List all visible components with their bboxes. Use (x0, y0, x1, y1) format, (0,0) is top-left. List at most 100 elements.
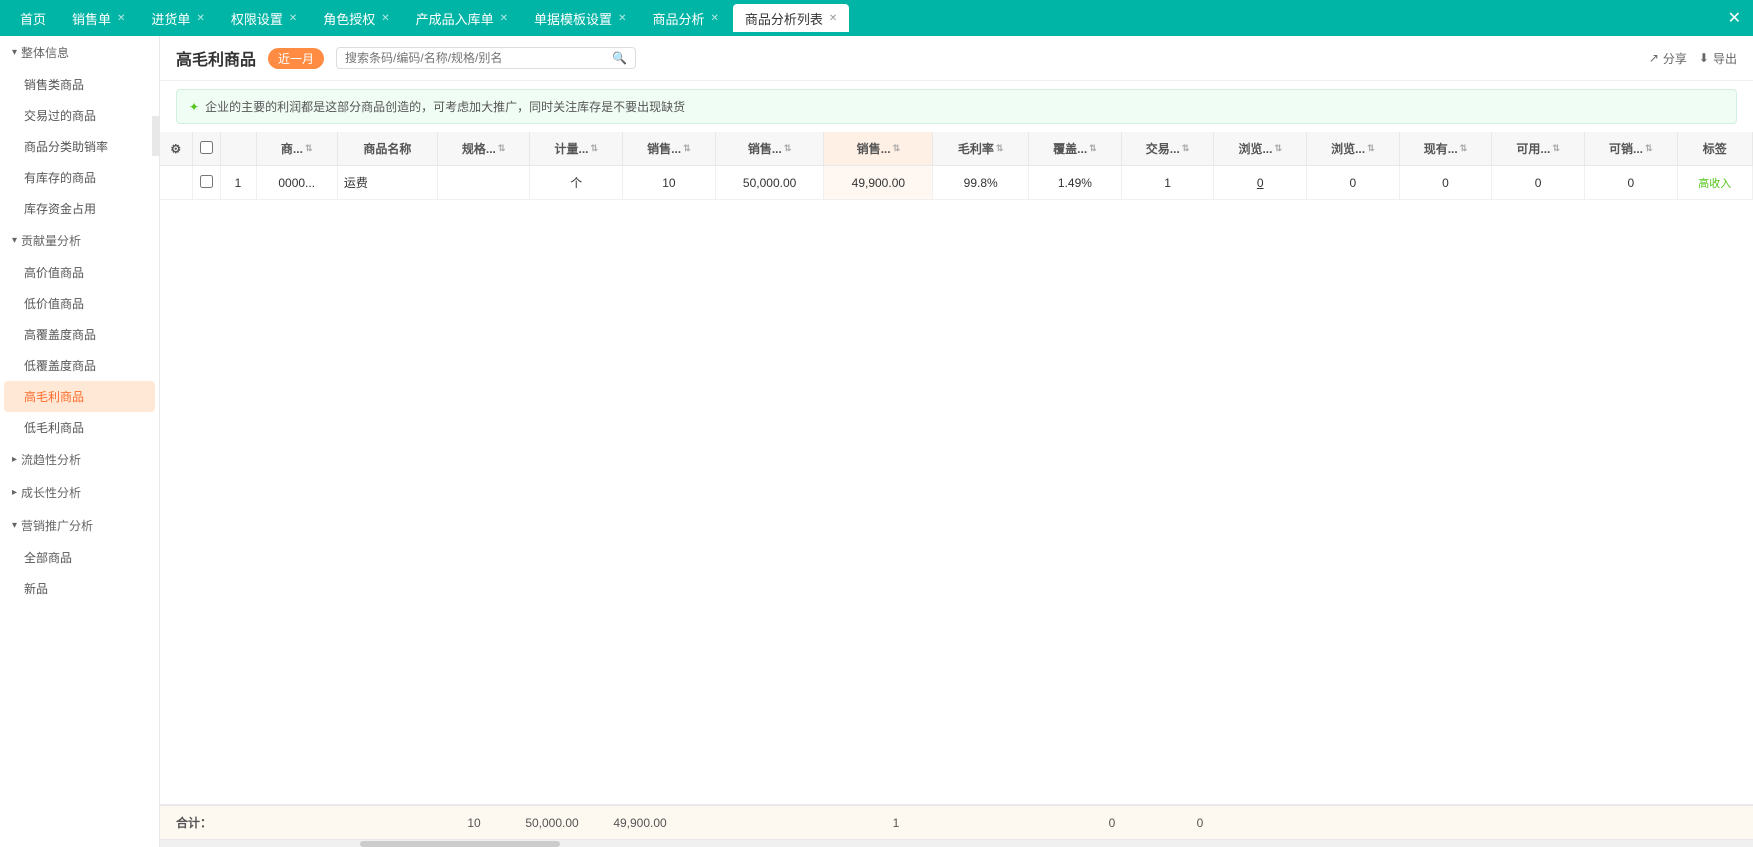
info-icon: ✦ (189, 100, 199, 114)
cell-unit: 个 (530, 166, 623, 200)
tab-production[interactable]: 产成品入库单 ✕ (404, 4, 520, 32)
cell-name: 运费 (337, 166, 437, 200)
sidebar-item-category-rate[interactable]: 商品分类助销率 (0, 131, 159, 162)
export-button[interactable]: ⬇ 导出 (1699, 50, 1737, 67)
cell-sellable-stock: 0 (1584, 166, 1677, 200)
tab-sales[interactable]: 销售单 ✕ (60, 4, 137, 32)
tab-close-icon[interactable]: ✕ (829, 13, 837, 24)
sort-icon[interactable]: ⇅ (893, 143, 901, 154)
sidebar-item-all-goods[interactable]: 全部商品 (0, 542, 159, 573)
sidebar-group-trend[interactable]: ▸ 流趋性分析 (0, 443, 159, 476)
sidebar-item-traded-goods[interactable]: 交易过的商品 (0, 100, 159, 131)
sidebar-collapse-button[interactable]: 《 (152, 116, 160, 156)
sort-icon[interactable]: ⇅ (1645, 143, 1653, 154)
sort-icon[interactable]: ⇅ (683, 143, 691, 154)
cell-tag: 高收入 (1677, 166, 1752, 200)
browse1-link[interactable]: 0 (1257, 176, 1264, 190)
tab-close-icon[interactable]: ✕ (381, 13, 389, 24)
sort-icon[interactable]: ⇅ (1182, 143, 1190, 154)
sidebar-item-new-goods[interactable]: 新品 (0, 573, 159, 604)
sort-icon[interactable]: ⇅ (1089, 143, 1097, 154)
footer-label: 合计： (176, 814, 212, 831)
sidebar-group-growth[interactable]: ▸ 成长性分析 (0, 476, 159, 509)
col-available-stock: 可用... ⇅ (1492, 132, 1585, 166)
sidebar-item-high-margin[interactable]: 高毛利商品 (4, 381, 155, 412)
horizontal-scrollbar[interactable] (160, 839, 1753, 847)
cell-checkbox (192, 166, 220, 200)
col-transactions: 交易... ⇅ (1121, 132, 1214, 166)
tab-close-icon[interactable]: ✕ (710, 13, 718, 24)
tab-close-icon[interactable]: ✕ (289, 13, 297, 24)
footer-sales-qty: 10 (444, 816, 504, 830)
sort-icon[interactable]: ⇅ (1552, 143, 1560, 154)
sidebar-item-low-margin[interactable]: 低毛利商品 (0, 412, 159, 443)
col-spec: 规格... ⇅ (437, 132, 530, 166)
top-nav: 首页 销售单 ✕ 进货单 ✕ 权限设置 ✕ 角色授权 ✕ 产成品入库单 ✕ 单据… (0, 0, 1753, 36)
tab-close-icon[interactable]: ✕ (196, 13, 204, 24)
col-coverage: 覆盖... ⇅ (1029, 132, 1122, 166)
row-checkbox[interactable] (200, 175, 213, 188)
col-unit: 计量... ⇅ (530, 132, 623, 166)
sidebar-item-low-value[interactable]: 低价值商品 (0, 288, 159, 319)
tab-role[interactable]: 角色授权 ✕ (311, 4, 401, 32)
sort-icon[interactable]: ⇅ (591, 143, 599, 154)
sidebar-item-high-value[interactable]: 高价值商品 (0, 257, 159, 288)
cell-coverage: 1.49% (1029, 166, 1122, 200)
cell-settings (160, 166, 192, 200)
tab-close-icon[interactable]: ✕ (500, 13, 508, 24)
sidebar-item-high-coverage[interactable]: 高覆盖度商品 (0, 319, 159, 350)
filter-recent-month-button[interactable]: 近一月 (268, 48, 324, 69)
sort-icon[interactable]: ⇅ (498, 143, 506, 154)
share-icon: ↗ (1649, 51, 1659, 65)
cell-gross-margin: 99.8% (933, 166, 1029, 200)
sidebar-item-stock-capital[interactable]: 库存资金占用 (0, 193, 159, 224)
cell-sales-qty: 10 (623, 166, 716, 200)
tab-analysis-list[interactable]: 商品分析列表 ✕ (733, 4, 849, 32)
col-settings: ⚙ (160, 132, 192, 166)
cell-index: 1 (220, 166, 256, 200)
table-footer: 合计： 10 50,000.00 49,900.00 1 0 0 (160, 804, 1753, 839)
window-close-button[interactable]: ✕ (1724, 4, 1745, 32)
table-container: ⚙ 商... ⇅ (160, 132, 1753, 804)
tab-template[interactable]: 单据模板设置 ✕ (522, 4, 638, 32)
scrollbar-thumb[interactable] (360, 841, 560, 847)
sort-icon[interactable]: ⇅ (784, 143, 792, 154)
sort-icon[interactable]: ⇅ (1460, 143, 1468, 154)
col-checkbox (192, 132, 220, 166)
sort-icon[interactable]: ⇅ (1367, 143, 1375, 154)
search-input[interactable] (345, 51, 608, 65)
tab-analysis[interactable]: 商品分析 ✕ (640, 4, 730, 32)
main-layout: ▾ 整体信息 销售类商品 交易过的商品 商品分类助销率 有库存的商品 库存资金占… (0, 36, 1753, 847)
search-icon[interactable]: 🔍 (612, 51, 627, 65)
cell-browse1: 0 (1214, 166, 1307, 200)
cell-current-stock: 0 (1399, 166, 1492, 200)
cell-sales-profit: 49,900.00 (824, 166, 933, 200)
col-index (220, 132, 256, 166)
sidebar-group-marketing[interactable]: ▾ 营销推广分析 (0, 509, 159, 542)
col-browse2: 浏览... ⇅ (1307, 132, 1400, 166)
tab-close-icon[interactable]: ✕ (117, 13, 125, 24)
sidebar-item-low-coverage[interactable]: 低覆盖度商品 (0, 350, 159, 381)
sidebar-item-sales-goods[interactable]: 销售类商品 (0, 69, 159, 100)
cell-available-stock: 0 (1492, 166, 1585, 200)
settings-icon[interactable]: ⚙ (170, 142, 181, 156)
chevron-down-icon: ▾ (12, 520, 17, 531)
table-header-row: ⚙ 商... ⇅ (160, 132, 1753, 166)
content-header: 高毛利商品 近一月 🔍 ↗ 分享 ⬇ 导出 (160, 36, 1753, 81)
tab-permission[interactable]: 权限设置 ✕ (219, 4, 309, 32)
sort-icon[interactable]: ⇅ (996, 143, 1004, 154)
sidebar-group-overall[interactable]: ▾ 整体信息 (0, 36, 159, 69)
sort-icon[interactable]: ⇅ (1274, 143, 1282, 154)
col-sellable-stock: 可销... ⇅ (1584, 132, 1677, 166)
tab-close-icon[interactable]: ✕ (618, 13, 626, 24)
sort-icon[interactable]: ⇅ (305, 143, 313, 154)
share-button[interactable]: ↗ 分享 (1649, 50, 1687, 67)
col-sales-qty: 销售... ⇅ (623, 132, 716, 166)
col-name: 商品名称 (337, 132, 437, 166)
sidebar-group-contribution[interactable]: ▾ 贡献量分析 (0, 224, 159, 257)
sidebar-item-in-stock[interactable]: 有库存的商品 (0, 162, 159, 193)
cell-browse2: 0 (1307, 166, 1400, 200)
tab-home[interactable]: 首页 (8, 4, 58, 32)
tab-purchase[interactable]: 进货单 ✕ (139, 4, 216, 32)
select-all-checkbox[interactable] (200, 141, 213, 154)
